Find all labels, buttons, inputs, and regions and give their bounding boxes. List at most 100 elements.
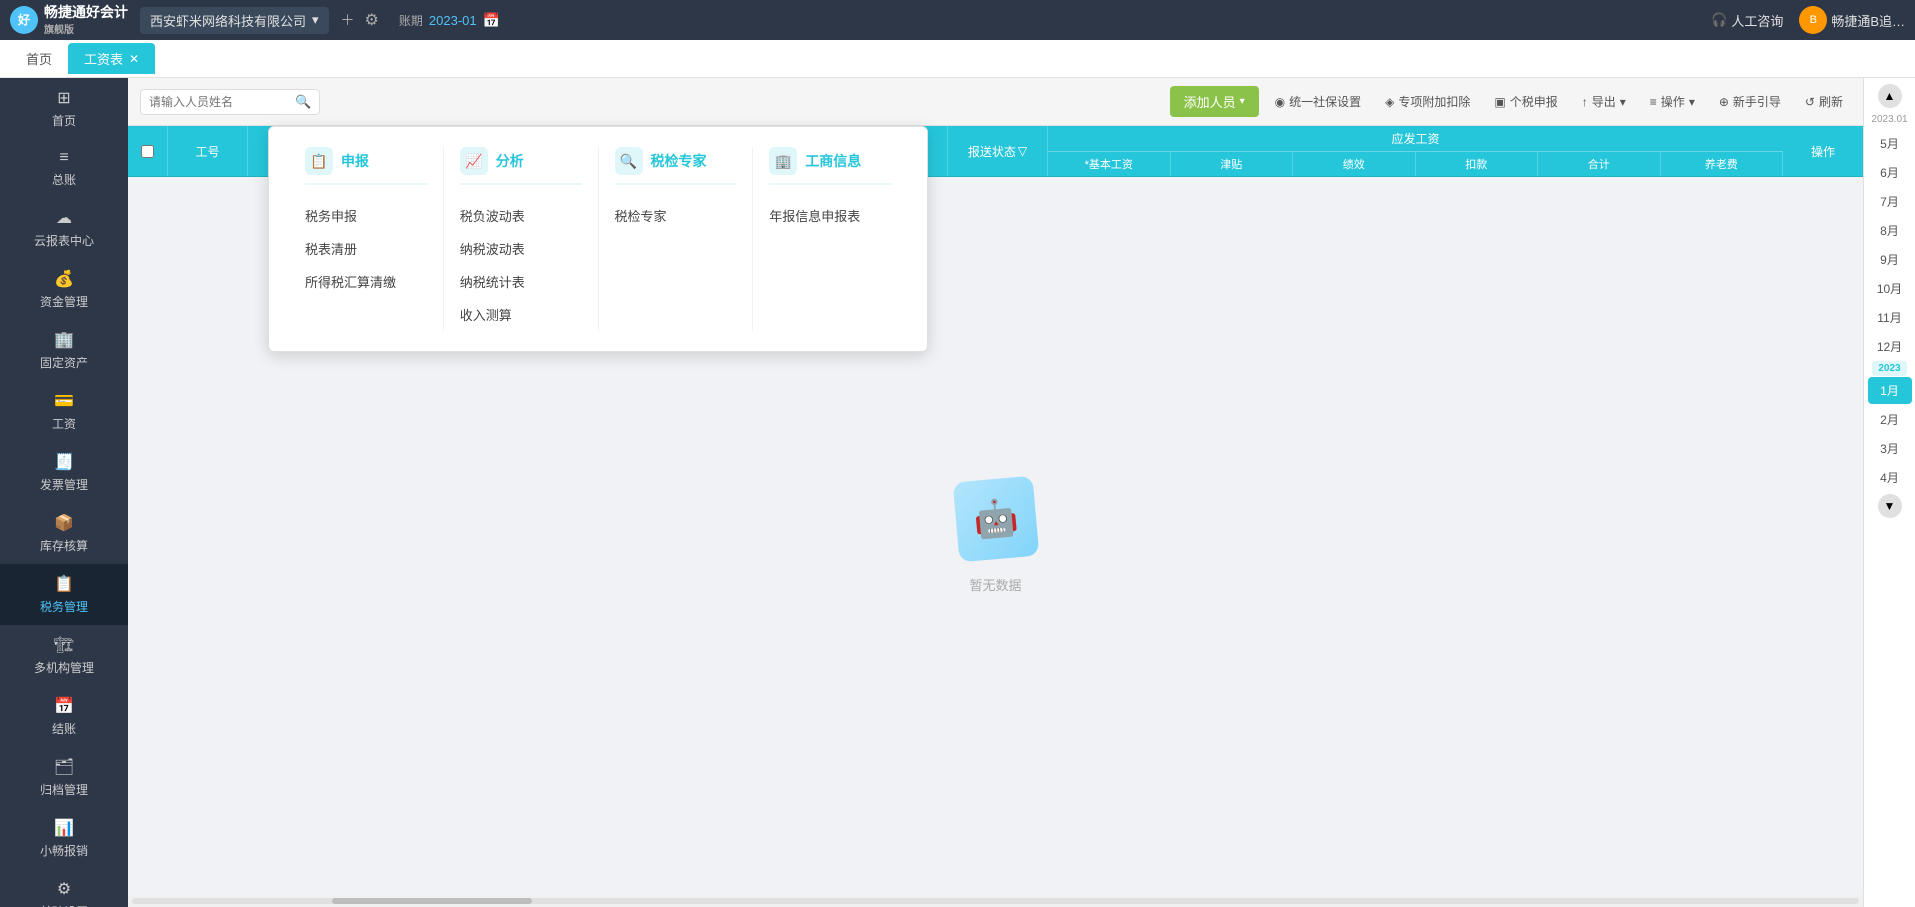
company-selector[interactable]: 西安虾米网络科技有限公司 ▾	[140, 7, 329, 34]
popup-expert-header: 🔍 税检专家	[615, 147, 737, 185]
user-area[interactable]: B 畅捷通B追…	[1799, 6, 1905, 34]
operate-dropdown-icon: ▾	[1689, 95, 1695, 109]
search-input[interactable]	[149, 95, 289, 109]
chevron-down-icon: ▾	[312, 12, 319, 28]
timeline-month-11[interactable]: 11月	[1868, 304, 1912, 331]
scrollbar-thumb[interactable]	[332, 898, 532, 904]
headset-icon: 🎧	[1711, 12, 1727, 28]
col-deduct: 扣款	[1416, 152, 1539, 176]
sidebar-item-home[interactable]: ⊞ 首页	[0, 78, 128, 139]
popup-item-tax-burden[interactable]: 税负波动表	[460, 199, 582, 232]
timeline-down-arrow[interactable]: ▼	[1878, 494, 1902, 518]
avatar: B	[1799, 6, 1827, 34]
cloud-icon: ☁	[56, 208, 72, 228]
refresh-icon: ↺	[1805, 95, 1815, 109]
logo-area: 好 畅捷通好会计 旗舰版	[10, 4, 130, 36]
tab-close-icon[interactable]: ✕	[129, 52, 139, 66]
export-btn[interactable]: ↑ 导出 ▾	[1574, 89, 1634, 114]
search-icon[interactable]: 🔍	[295, 94, 311, 110]
settings-icon[interactable]: ⚙	[365, 10, 379, 30]
toolbar: 🔍 添加人员 ▾ ◉ 统一社保设置 ◈ 专项附加扣除 ▣ 个税申报 ↑ 导出	[128, 78, 1863, 126]
ai-service-label: 人工咨询	[1731, 11, 1783, 30]
sidebar-item-ledger[interactable]: ≡ 总账	[0, 139, 128, 198]
checkbox-all[interactable]	[141, 145, 154, 158]
refresh-btn[interactable]: ↺ 刷新	[1797, 89, 1851, 114]
tax-report-icon: ▣	[1494, 95, 1505, 109]
ledger-icon: ≡	[59, 149, 68, 167]
social-insurance-btn[interactable]: ◉ 统一社保设置	[1267, 89, 1370, 114]
sidebar-item-salary[interactable]: 💳 工资	[0, 381, 128, 442]
top-header: 好 畅捷通好会计 旗舰版 西安虾米网络科技有限公司 ▾ ＋ ⚙ 账期 2023-…	[0, 0, 1915, 40]
tab-home[interactable]: 首页	[10, 43, 68, 74]
timeline-month-5[interactable]: 5月	[1868, 130, 1912, 157]
sidebar-item-assets[interactable]: 🏢 固定资产	[0, 320, 128, 381]
sidebar-item-archive[interactable]: 🗂 归档管理	[0, 747, 128, 808]
home-icon: ⊞	[57, 88, 70, 108]
popup-item-tax-table[interactable]: 税表清册	[305, 232, 427, 265]
popup-item-expert[interactable]: 税检专家	[615, 199, 737, 232]
salary-group: 应发工资 *基本工资 津贴 绩效 扣款 合计 养老费	[1048, 126, 1783, 176]
popup-item-tax-declare[interactable]: 税务申报	[305, 199, 427, 232]
sidebar-item-funds[interactable]: 💰 资金管理	[0, 259, 128, 320]
add-person-button[interactable]: 添加人员 ▾	[1170, 86, 1259, 117]
guide-btn[interactable]: ⊕ 新手引导	[1711, 89, 1789, 114]
sidebar-item-close[interactable]: 📅 结账	[0, 686, 128, 747]
timeline-month-2[interactable]: 2月	[1868, 406, 1912, 433]
popup-declare-header: 📋 申报	[305, 147, 427, 185]
popup-item-annual-report[interactable]: 年报信息申报表	[769, 199, 891, 232]
operate-btn[interactable]: ≡ 操作 ▾	[1642, 89, 1703, 114]
special-deduction-btn[interactable]: ◈ 专项附加扣除	[1377, 89, 1478, 114]
export-dropdown-icon: ▾	[1620, 95, 1626, 109]
timeline-month-12[interactable]: 12月	[1868, 333, 1912, 360]
add-company-icon[interactable]: ＋	[341, 10, 355, 30]
tab-salary[interactable]: 工资表 ✕	[68, 43, 155, 74]
popup-analysis-header: 📈 分析	[460, 147, 582, 185]
timeline-up-arrow[interactable]: ▲	[1878, 84, 1902, 108]
sidebar-item-invoice[interactable]: 🧾 发票管理	[0, 442, 128, 503]
content-area: 🔍 添加人员 ▾ ◉ 统一社保设置 ◈ 专项附加扣除 ▣ 个税申报 ↑ 导出	[128, 78, 1863, 907]
timeline-year-label: 2023.01	[1871, 110, 1907, 129]
special-icon: ◈	[1385, 95, 1394, 109]
timeline-month-4[interactable]: 4月	[1868, 464, 1912, 491]
popup-col-business: 🏢 工商信息 年报信息申报表	[753, 147, 907, 331]
col-report-status[interactable]: 报送状态 ▽	[948, 126, 1048, 176]
timeline-year-2023: 2023	[1872, 361, 1906, 376]
col-perf: 绩效	[1293, 152, 1416, 176]
operate-icon: ≡	[1650, 95, 1657, 109]
popup-item-tax-flow[interactable]: 纳税波动表	[460, 232, 582, 265]
select-all-checkbox[interactable]	[128, 126, 168, 176]
popup-item-income-calc[interactable]: 收入测算	[460, 298, 582, 331]
calendar-icon[interactable]: 📅	[483, 12, 500, 29]
sidebar-item-inventory[interactable]: 📦 库存核算	[0, 503, 128, 564]
salary-group-label: 应发工资	[1048, 126, 1783, 152]
tab-bar: 首页 工资表 ✕ ✕ ⤢	[0, 40, 1915, 78]
timeline-month-10[interactable]: 10月	[1868, 275, 1912, 302]
sidebar-item-multi[interactable]: 🏗 多机构管理	[0, 625, 128, 686]
empty-illustration: 🤖	[952, 475, 1039, 562]
logo-icon: 好	[10, 6, 38, 34]
close-period-icon: 📅	[54, 696, 74, 716]
sidebar-item-cloud[interactable]: ☁ 云报表中心	[0, 198, 128, 259]
ai-service-btn[interactable]: 🎧 人工咨询	[1711, 11, 1783, 30]
tax-report-btn[interactable]: ▣ 个税申报	[1486, 89, 1565, 114]
timeline-month-7[interactable]: 7月	[1868, 188, 1912, 215]
popup-business-header: 🏢 工商信息	[769, 147, 891, 185]
sidebar-item-tax[interactable]: 📋 税务管理	[0, 564, 128, 625]
expert-icon: 🔍	[615, 147, 643, 175]
popup-item-income-tax[interactable]: 所得税汇算清缴	[305, 265, 427, 298]
period-label: 账期	[399, 12, 423, 29]
period-value[interactable]: 2023-01	[429, 13, 477, 28]
add-dropdown-icon: ▾	[1240, 96, 1245, 107]
popup-item-tax-stats[interactable]: 纳税统计表	[460, 265, 582, 298]
sidebar-item-settings[interactable]: ⚙ 基础设置	[0, 869, 128, 907]
timeline-month-3[interactable]: 3月	[1868, 435, 1912, 462]
timeline-month-1[interactable]: 1月	[1868, 377, 1912, 404]
timeline-month-6[interactable]: 6月	[1868, 159, 1912, 186]
horizontal-scrollbar[interactable]	[128, 895, 1863, 907]
period-area: 账期 2023-01 📅	[399, 12, 500, 29]
social-icon: ◉	[1275, 95, 1285, 109]
popup-col-expert: 🔍 税检专家 税检专家	[599, 147, 754, 331]
timeline-month-9[interactable]: 9月	[1868, 246, 1912, 273]
timeline-month-8[interactable]: 8月	[1868, 217, 1912, 244]
sidebar-item-report[interactable]: 📊 小畅报销	[0, 808, 128, 869]
